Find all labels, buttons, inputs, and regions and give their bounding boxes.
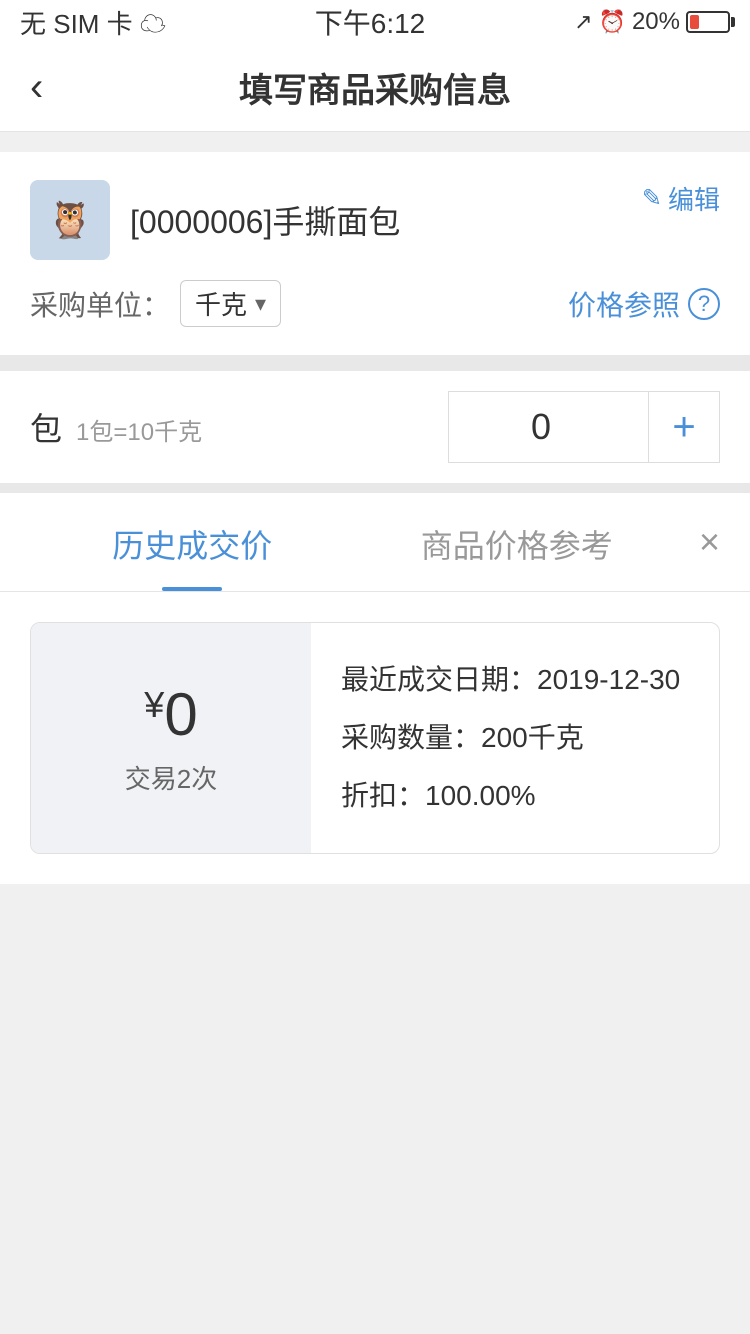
edit-button[interactable]: ✎ 编辑	[642, 180, 720, 217]
price-ref-button[interactable]: 价格参照 ?	[568, 284, 720, 324]
currency-symbol: ¥	[144, 684, 164, 725]
battery-fill	[690, 15, 699, 29]
price-value: 0	[164, 681, 197, 748]
quantity-conversion: 1包=10千克	[76, 412, 202, 447]
product-left: 🦉 [0000006]手撕面包	[30, 180, 400, 260]
edit-label: 编辑	[668, 180, 720, 217]
recent-date-value: 2019-12-30	[537, 664, 680, 695]
quantity-input-group: +	[448, 391, 720, 463]
unit-select[interactable]: 千克 ▾	[180, 280, 281, 327]
recent-date-row: 最近成交日期：2019-12-30	[341, 659, 689, 701]
unit-label: 采购单位：	[30, 284, 170, 324]
price-record-card: ¥0 交易2次 最近成交日期：2019-12-30 采购数量：200千克 折扣：…	[30, 622, 720, 854]
product-card: 🦉 [0000006]手撕面包 ✎ 编辑 采购单位： 千克 ▾ 价格参照 ?	[0, 152, 750, 355]
gray-divider	[0, 355, 750, 371]
qty-value: 200千克	[481, 722, 584, 753]
quantity-unit: 包	[30, 404, 62, 450]
sim-label: 无 SIM 卡 ☁	[20, 4, 166, 41]
page-title: 填写商品采购信息	[239, 63, 511, 112]
product-header: 🦉 [0000006]手撕面包 ✎ 编辑	[30, 180, 720, 260]
price-ref-label: 价格参照	[568, 284, 680, 324]
quantity-input[interactable]	[448, 391, 648, 463]
tab-close-button[interactable]: ×	[679, 501, 720, 583]
edit-icon: ✎	[642, 184, 662, 213]
back-button[interactable]: ‹	[30, 65, 63, 110]
tabs-header: 历史成交价 商品价格参考 ×	[0, 493, 750, 592]
tab-content-area: ¥0 交易2次 最近成交日期：2019-12-30 采购数量：200千克 折扣：…	[0, 592, 750, 884]
price-amount: ¥0	[144, 680, 197, 749]
discount-value: 100.00%	[425, 780, 536, 811]
location-icon: ↗	[574, 9, 592, 35]
help-icon: ?	[688, 288, 720, 320]
qty-label: 采购数量：	[341, 722, 481, 753]
tabs-section: 历史成交价 商品价格参考 × ¥0 交易2次 最近成交日期：2019-12-30…	[0, 483, 750, 884]
dropdown-arrow-icon: ▾	[255, 291, 266, 317]
quantity-row: 包 1包=10千克 +	[0, 371, 750, 483]
quantity-plus-button[interactable]: +	[648, 391, 720, 463]
battery-label: 20%	[632, 8, 680, 36]
unit-selector-group: 采购单位： 千克 ▾	[30, 280, 281, 327]
product-logo-icon: 🦉	[48, 199, 93, 241]
recent-date-label: 最近成交日期：	[341, 664, 537, 695]
nav-bar: ‹ 填写商品采购信息	[0, 44, 750, 132]
discount-row: 折扣：100.00%	[341, 775, 689, 817]
product-thumbnail: 🦉	[30, 180, 110, 260]
discount-label: 折扣：	[341, 780, 425, 811]
status-time: 下午6:12	[315, 2, 426, 42]
product-name: [0000006]手撕面包	[130, 197, 400, 243]
price-left-panel: ¥0 交易2次	[31, 623, 311, 853]
quantity-label-group: 包 1包=10千克	[30, 404, 202, 450]
status-right: ↗ ⏰ 20%	[574, 8, 730, 36]
tab-product-price-ref[interactable]: 商品价格参考	[354, 493, 678, 591]
unit-value: 千克	[195, 285, 247, 322]
product-unit-row: 采购单位： 千克 ▾ 价格参照 ?	[30, 280, 720, 327]
alarm-icon: ⏰	[599, 9, 626, 35]
status-left: 无 SIM 卡 ☁	[20, 4, 166, 41]
price-right-panel: 最近成交日期：2019-12-30 采购数量：200千克 折扣：100.00%	[311, 623, 719, 853]
price-trades: 交易2次	[125, 759, 217, 796]
battery-indicator	[686, 11, 730, 33]
tab-history-price[interactable]: 历史成交价	[30, 493, 354, 591]
status-bar: 无 SIM 卡 ☁ 下午6:12 ↗ ⏰ 20%	[0, 0, 750, 44]
purchase-qty-row: 采购数量：200千克	[341, 717, 689, 759]
